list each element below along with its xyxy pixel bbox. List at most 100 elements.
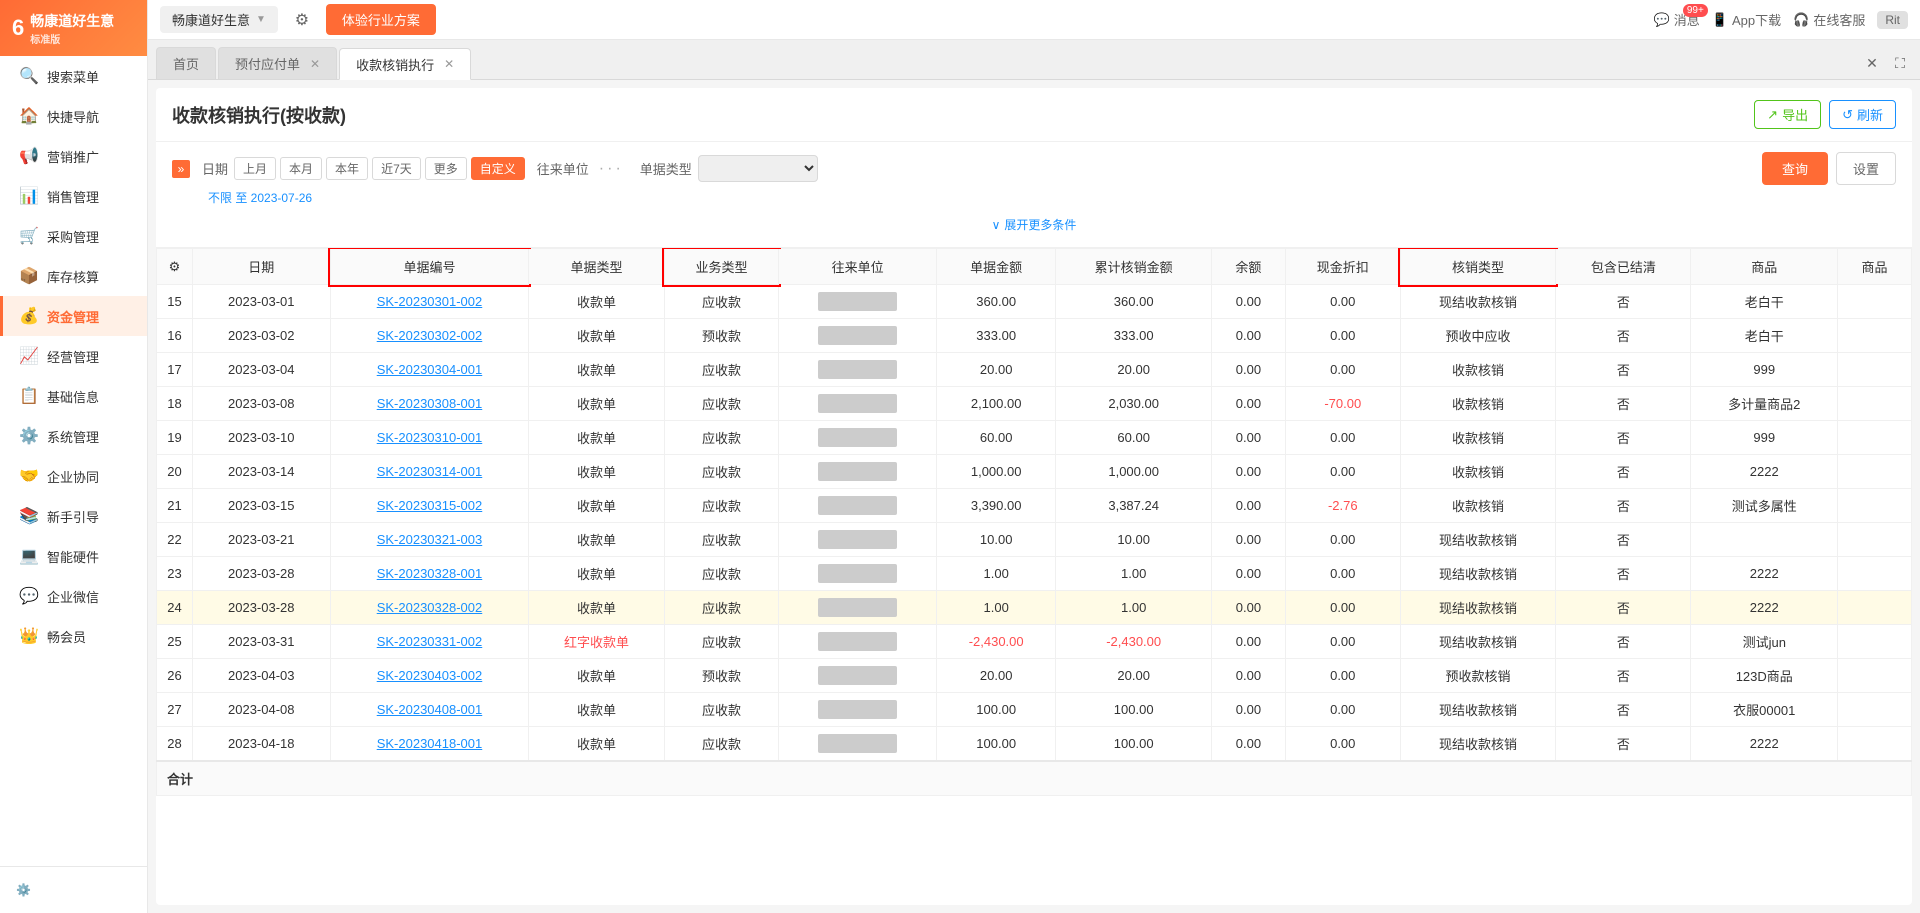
- expand-tab-button[interactable]: ⛶: [1888, 51, 1912, 75]
- bill-no-link[interactable]: SK-20230418-001: [377, 736, 483, 751]
- sidebar-item-system[interactable]: ⚙️ 系统管理: [0, 416, 147, 456]
- online-service-button[interactable]: 🎧 在线客服: [1793, 10, 1865, 29]
- row-balance: 0.00: [1211, 557, 1285, 591]
- row-amount: 1.00: [936, 557, 1055, 591]
- sidebar-item-inventory[interactable]: 📦 库存核算: [0, 256, 147, 296]
- row-discount: -2.76: [1285, 489, 1400, 523]
- bill-no-link[interactable]: SK-20230302-002: [377, 328, 483, 343]
- row-balance: 0.00: [1211, 285, 1285, 319]
- bill-no-link[interactable]: SK-20230315-002: [377, 498, 483, 513]
- bill-no-link[interactable]: SK-20230408-001: [377, 702, 483, 717]
- messages-button[interactable]: 💬 消息 99+: [1654, 10, 1700, 29]
- tab-home[interactable]: 首页: [156, 47, 216, 79]
- tab-collection[interactable]: 收款核销执行 ✕: [339, 48, 471, 80]
- bill-no-link[interactable]: SK-20230328-002: [377, 600, 483, 615]
- sidebar-item-weixin[interactable]: 💬 企业微信: [0, 576, 147, 616]
- page-title: 收款核销执行(按收款): [172, 102, 346, 128]
- row-bill-no[interactable]: SK-20230314-001: [330, 455, 529, 489]
- date-btn-7days[interactable]: 近7天: [372, 157, 421, 180]
- app-download-button[interactable]: 📱 App下载: [1712, 10, 1781, 29]
- row-biz-type: 应收款: [664, 455, 779, 489]
- row-bill-type: 收款单: [529, 693, 664, 727]
- row-bill-no[interactable]: SK-20230308-001: [330, 387, 529, 421]
- sidebar-item-hardware[interactable]: 💻 智能硬件: [0, 536, 147, 576]
- row-discount: 0.00: [1285, 285, 1400, 319]
- date-btn-custom[interactable]: 自定义: [471, 157, 525, 180]
- close-tab-button[interactable]: ✕: [1860, 51, 1884, 75]
- row-balance: 0.00: [1211, 455, 1285, 489]
- row-bill-no[interactable]: SK-20230321-003: [330, 523, 529, 557]
- row-bill-no[interactable]: SK-20230331-002: [330, 625, 529, 659]
- row-bill-no[interactable]: SK-20230301-002: [330, 285, 529, 319]
- row-included: 否: [1556, 659, 1691, 693]
- date-btn-this-month[interactable]: 本月: [280, 157, 322, 180]
- sidebar-item-marketing[interactable]: 📢 营销推广: [0, 136, 147, 176]
- bill-no-link[interactable]: SK-20230328-001: [377, 566, 483, 581]
- row-bill-type: 收款单: [529, 591, 664, 625]
- row-bill-no[interactable]: SK-20230328-002: [330, 591, 529, 625]
- bill-no-link[interactable]: SK-20230314-001: [377, 464, 483, 479]
- sidebar-item-sales[interactable]: 📊 销售管理: [0, 176, 147, 216]
- row-bill-no[interactable]: SK-20230310-001: [330, 421, 529, 455]
- query-button[interactable]: 查询: [1762, 152, 1828, 185]
- bill-no-link[interactable]: SK-20230331-002: [377, 634, 483, 649]
- sidebar-item-management[interactable]: 📈 经营管理: [0, 336, 147, 376]
- expand-conditions-button[interactable]: ∨ 展开更多条件: [992, 212, 1077, 237]
- row-no: 22: [157, 523, 193, 557]
- bill-no-link[interactable]: SK-20230321-003: [377, 532, 483, 547]
- row-included: 否: [1556, 591, 1691, 625]
- sidebar-item-member[interactable]: 👑 畅会员: [0, 616, 147, 656]
- sidebar-item-basic[interactable]: 📋 基础信息: [0, 376, 147, 416]
- row-verified: 1.00: [1056, 557, 1212, 591]
- date-btn-last-month[interactable]: 上月: [234, 157, 276, 180]
- row-bill-no[interactable]: SK-20230302-002: [330, 319, 529, 353]
- sidebar-logo-text: 畅康道好生意: [30, 11, 114, 31]
- sidebar-item-nav[interactable]: 🏠 快捷导航: [0, 96, 147, 136]
- row-bill-no[interactable]: SK-20230403-002: [330, 659, 529, 693]
- row-verified: 100.00: [1056, 727, 1212, 762]
- row-date: 2023-03-21: [193, 523, 331, 557]
- table-row: 232023-03-28SK-20230328-001收款单应收款██████1…: [157, 557, 1912, 591]
- date-btn-this-year[interactable]: 本年: [326, 157, 368, 180]
- row-bill-no[interactable]: SK-20230304-001: [330, 353, 529, 387]
- row-bill-no[interactable]: SK-20230315-002: [330, 489, 529, 523]
- bill-no-link[interactable]: SK-20230301-002: [377, 294, 483, 309]
- bill-no-link[interactable]: SK-20230310-001: [377, 430, 483, 445]
- settings-button[interactable]: 设置: [1836, 152, 1896, 185]
- bill-no-link[interactable]: SK-20230308-001: [377, 396, 483, 411]
- app-selector[interactable]: 畅康道好生意 ▼: [160, 6, 278, 33]
- sidebar-item-finance[interactable]: 💰 资金管理: [0, 296, 147, 336]
- row-bill-no[interactable]: SK-20230408-001: [330, 693, 529, 727]
- close-icon[interactable]: ✕: [310, 57, 320, 71]
- refresh-button[interactable]: ↺ 刷新: [1829, 100, 1896, 129]
- bill-no-link[interactable]: SK-20230304-001: [377, 362, 483, 377]
- bill-no-link[interactable]: SK-20230403-002: [377, 668, 483, 683]
- row-amount: 1.00: [936, 591, 1055, 625]
- sidebar-item-search[interactable]: 🔍 搜索菜单: [0, 56, 147, 96]
- row-no: 21: [157, 489, 193, 523]
- settings-gear-button[interactable]: ⚙: [286, 4, 318, 36]
- row-bill-no[interactable]: SK-20230418-001: [330, 727, 529, 762]
- sidebar-item-collab[interactable]: 🤝 企业协同: [0, 456, 147, 496]
- sidebar-item-guide[interactable]: 📚 新手引导: [0, 496, 147, 536]
- row-verified: 360.00: [1056, 285, 1212, 319]
- row-included: 否: [1556, 557, 1691, 591]
- table-row: 262023-04-03SK-20230403-002收款单预收款██████2…: [157, 659, 1912, 693]
- tab-prepay[interactable]: 预付应付单 ✕: [218, 47, 337, 79]
- col-bill-type: 单据类型: [529, 249, 664, 285]
- export-button[interactable]: ↗ 导出: [1754, 100, 1821, 129]
- solution-button[interactable]: 体验行业方案: [326, 4, 436, 35]
- row-biz-type: 应收款: [664, 285, 779, 319]
- row-verify-type: 现结收款核销: [1400, 625, 1556, 659]
- date-btn-more[interactable]: 更多: [425, 157, 467, 180]
- bill-type-select[interactable]: [698, 155, 818, 182]
- close-icon[interactable]: ✕: [444, 57, 454, 71]
- col-gear[interactable]: ⚙: [157, 249, 193, 285]
- row-date: 2023-03-28: [193, 557, 331, 591]
- sidebar-item-purchase[interactable]: 🛒 采购管理: [0, 216, 147, 256]
- sidebar-settings[interactable]: ⚙️: [0, 875, 147, 905]
- row-bill-no[interactable]: SK-20230328-001: [330, 557, 529, 591]
- row-amount: 1,000.00: [936, 455, 1055, 489]
- user-avatar[interactable]: Rit: [1877, 11, 1908, 29]
- filter-toggle-button[interactable]: »: [172, 160, 190, 178]
